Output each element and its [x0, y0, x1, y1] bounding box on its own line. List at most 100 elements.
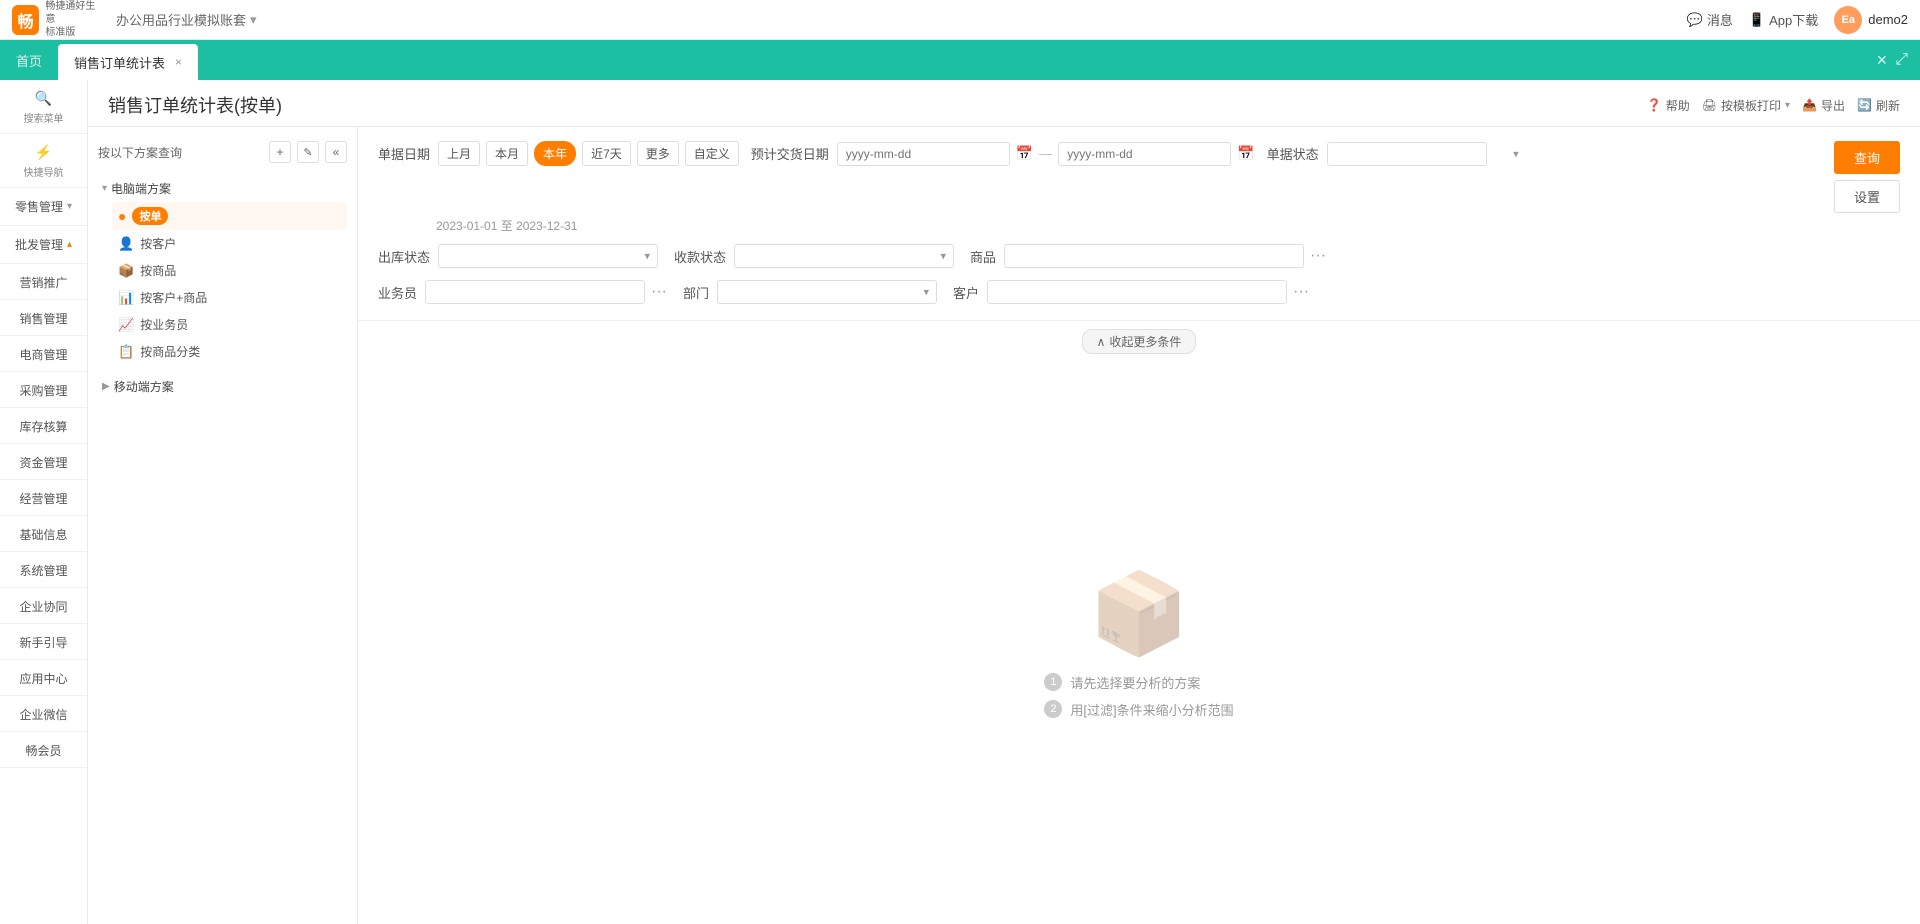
- filter-customer-wrap: ···: [987, 280, 1309, 304]
- filter-payment-select[interactable]: [734, 244, 954, 268]
- filter-department-label: 部门: [683, 283, 709, 302]
- refresh-btn[interactable]: 🔄 刷新: [1857, 97, 1900, 114]
- collapse-bar[interactable]: ∧ 收起更多条件: [358, 320, 1920, 362]
- sidebar-item-purchase[interactable]: 采购管理: [0, 372, 87, 408]
- tree-item-by-customer[interactable]: 👤 按客户: [112, 230, 347, 257]
- date-sep: —: [1039, 146, 1052, 161]
- sales-label: 销售管理: [19, 310, 67, 327]
- help-label: 帮助: [1666, 97, 1690, 114]
- sidebar-item-operations[interactable]: 经营管理: [0, 480, 87, 516]
- date-btn-last-month[interactable]: 上月: [438, 141, 480, 166]
- help-btn[interactable]: ❓ 帮助: [1647, 97, 1690, 114]
- filter-payment-label: 收款状态: [674, 247, 726, 266]
- expected-date-start-input[interactable]: [837, 142, 1010, 166]
- empty-hints: 1 请先选择要分析的方案 2 用[过滤]条件来缩小分析范围: [1044, 673, 1233, 719]
- filter-item-shipment: 出库状态: [378, 244, 658, 268]
- sidebar-item-system[interactable]: 系统管理: [0, 552, 87, 588]
- sidebar-item-finance[interactable]: 资金管理: [0, 444, 87, 480]
- enterprise-label: 企业协同: [19, 598, 67, 615]
- filter-product-label: 商品: [970, 247, 996, 266]
- collapse-btn[interactable]: ∧ 收起更多条件: [1082, 329, 1197, 354]
- salesperson-more-icon[interactable]: ···: [651, 283, 667, 301]
- tree-item-by-category[interactable]: 📋 按商品分类: [112, 338, 347, 365]
- tab-home-label: 首页: [16, 51, 42, 70]
- filter-department-select[interactable]: [717, 280, 937, 304]
- apps-label: 应用中心: [19, 670, 67, 687]
- tree-category-mobile[interactable]: ▶ 移动端方案: [98, 373, 347, 400]
- tree-item-by-order[interactable]: ● 按单: [112, 202, 347, 230]
- sidebar-item-inventory[interactable]: 库存核算: [0, 408, 87, 444]
- search-icon: 🔍: [35, 90, 52, 107]
- breadcrumb-dropdown-icon[interactable]: ▾: [250, 12, 257, 28]
- sidebar-item-marketing[interactable]: 营销推广: [0, 264, 87, 300]
- collapse-panel-btn[interactable]: «: [325, 141, 347, 163]
- filter-department-wrap: [717, 280, 937, 304]
- expected-date-end-icon[interactable]: 📅: [1237, 145, 1254, 162]
- tab-maximize-btn[interactable]: ⤢: [1895, 51, 1908, 69]
- tab-minimize-btn[interactable]: ×: [1877, 50, 1888, 71]
- sidebar-search[interactable]: 🔍 搜索菜单: [0, 80, 87, 134]
- user-area[interactable]: Ea demo2: [1834, 6, 1908, 34]
- tab-active[interactable]: 销售订单统计表 ×: [58, 44, 198, 80]
- tab-active-label: 销售订单统计表: [74, 53, 165, 72]
- system-label: 系统管理: [19, 562, 67, 579]
- tree-item-by-product[interactable]: 📦 按商品: [112, 257, 347, 284]
- member-label: 畅会员: [25, 742, 61, 759]
- tab-home[interactable]: 首页: [0, 40, 58, 80]
- filter-item-salesperson: 业务员 ···: [378, 280, 667, 304]
- date-btn-more[interactable]: 更多: [637, 141, 679, 166]
- sidebar-item-retail[interactable]: 零售管理 ▾: [0, 188, 87, 226]
- filter-item-product: 商品 ···: [970, 244, 1326, 268]
- filter-product-input[interactable]: [1004, 244, 1304, 268]
- sidebar-item-ecommerce[interactable]: 电商管理: [0, 336, 87, 372]
- add-scheme-btn[interactable]: +: [269, 141, 291, 163]
- tree-item-by-cust-prod[interactable]: 📊 按客户+商品: [112, 284, 347, 311]
- query-btn[interactable]: 查询: [1834, 141, 1900, 174]
- guide-label: 新手引导: [19, 634, 67, 651]
- date-btn-7days[interactable]: 近7天: [582, 141, 631, 166]
- sidebar-item-sales[interactable]: 销售管理: [0, 300, 87, 336]
- filter-shipment-wrap: [438, 244, 658, 268]
- filter-item-payment: 收款状态: [674, 244, 954, 268]
- sidebar-item-guide[interactable]: 新手引导: [0, 624, 87, 660]
- date-btn-year[interactable]: 本年: [534, 141, 576, 166]
- avatar-initials: Ea: [1842, 14, 1855, 26]
- tree-item-custprod-label: 按客户+商品: [140, 289, 207, 306]
- retail-label: 零售管理: [15, 198, 63, 215]
- setting-btn[interactable]: 设置: [1834, 180, 1900, 213]
- tree-category-pc[interactable]: ▾ 电脑端方案: [98, 175, 347, 202]
- filter-customer-input[interactable]: [987, 280, 1287, 304]
- product-more-icon[interactable]: ···: [1310, 247, 1326, 265]
- tree-item-by-salesperson[interactable]: 📈 按业务员: [112, 311, 347, 338]
- expected-date-end-input[interactable]: [1058, 142, 1231, 166]
- refresh-label: 刷新: [1876, 97, 1900, 114]
- sidebar-item-basics[interactable]: 基础信息: [0, 516, 87, 552]
- filter-salesperson-input[interactable]: [425, 280, 645, 304]
- left-panel-title: 按以下方案查询: [98, 144, 182, 161]
- print-btn[interactable]: 🖨 按模板打印 ▾: [1702, 97, 1790, 114]
- tree-item-custprod-icon: 📊: [118, 290, 134, 306]
- export-btn[interactable]: 📤 导出: [1802, 97, 1845, 114]
- sidebar-item-wechat[interactable]: 企业微信: [0, 696, 87, 732]
- date-btn-custom[interactable]: 自定义: [685, 141, 739, 166]
- tree-item-customer-label: 按客户: [140, 235, 176, 252]
- marketing-label: 营销推广: [19, 274, 67, 291]
- filter-payment-wrap: [734, 244, 954, 268]
- sidebar-item-member[interactable]: 畅会员: [0, 732, 87, 768]
- date-btn-current-month[interactable]: 本月: [486, 141, 528, 166]
- tree-item-sales-icon: 📈: [118, 317, 134, 333]
- edit-scheme-btn[interactable]: ✎: [297, 141, 319, 163]
- sidebar-quicknav[interactable]: ⚡ 快捷导航: [0, 134, 87, 188]
- expected-date-start-icon[interactable]: 📅: [1016, 145, 1033, 162]
- filter-status-select[interactable]: [1327, 142, 1487, 166]
- filter-item-status: 单据状态: [1267, 142, 1527, 166]
- filter-shipment-select[interactable]: [438, 244, 658, 268]
- customer-more-icon[interactable]: ···: [1293, 283, 1309, 301]
- messages-action[interactable]: 💬 消息: [1687, 10, 1733, 29]
- sidebar-item-wholesale[interactable]: 批发管理 ▴: [0, 226, 87, 264]
- sidebar-item-enterprise[interactable]: 企业协同: [0, 588, 87, 624]
- app-download-action[interactable]: 📱 App下载: [1749, 10, 1818, 29]
- tab-close-icon[interactable]: ×: [175, 55, 182, 69]
- sidebar-item-apps[interactable]: 应用中心: [0, 660, 87, 696]
- print-icon: 🖨: [1702, 98, 1717, 112]
